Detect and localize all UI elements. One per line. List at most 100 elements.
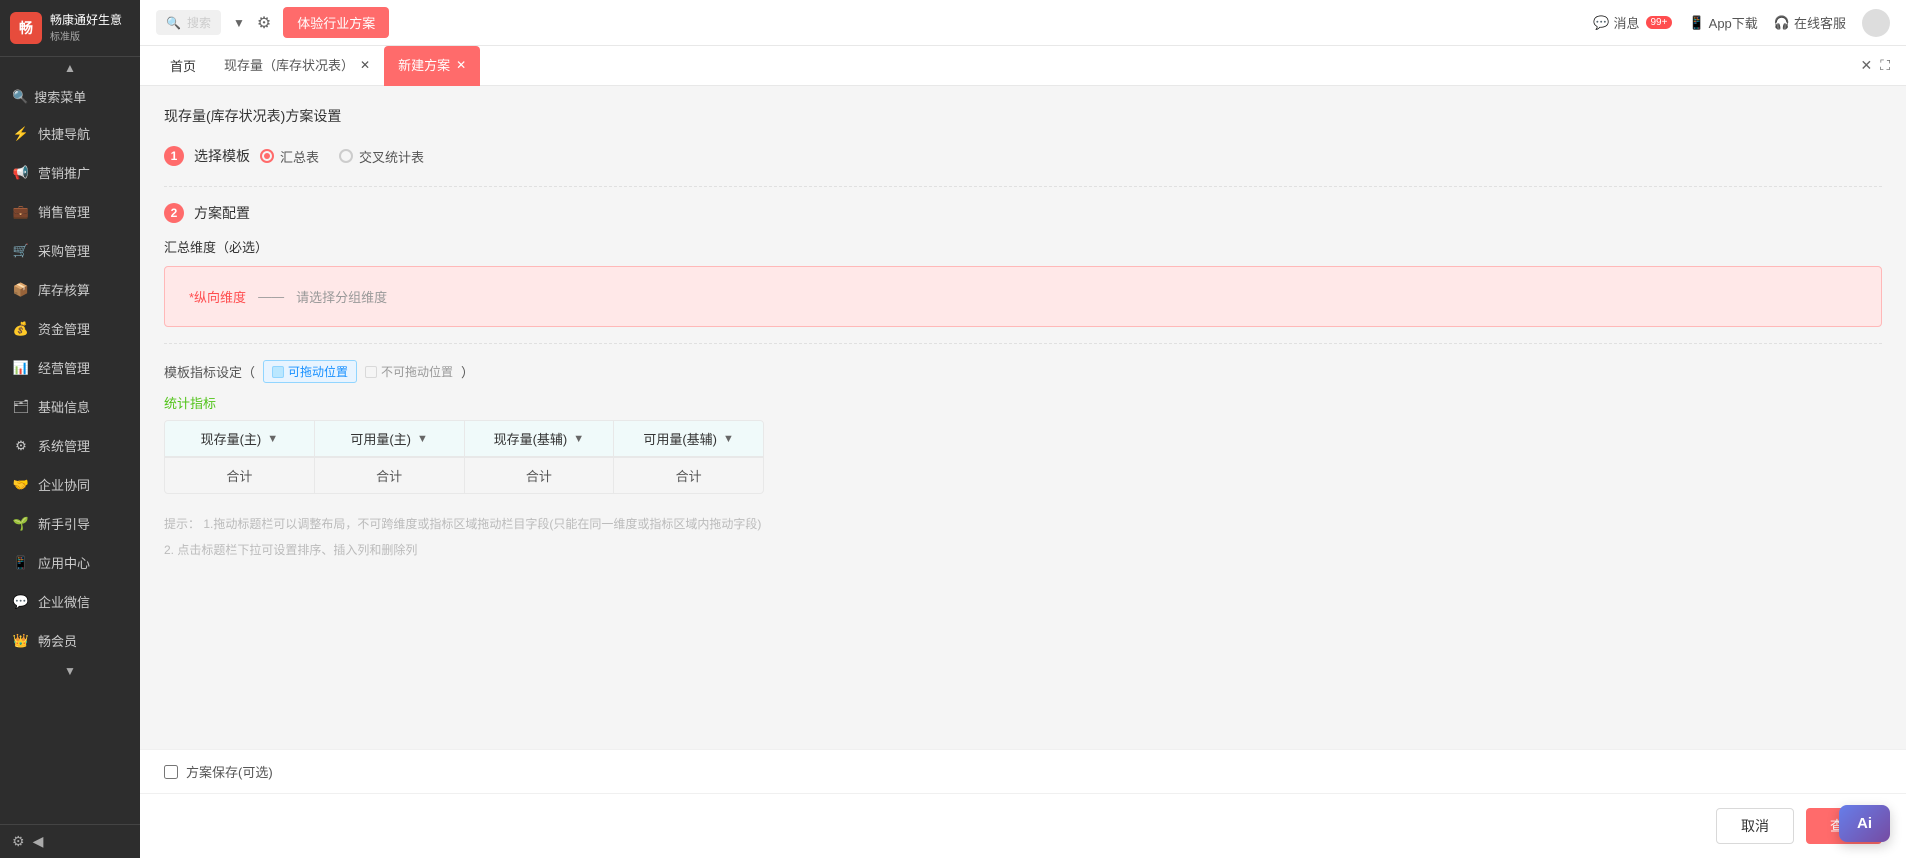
save-checkbox[interactable] <box>164 765 178 779</box>
close-panel-btn[interactable]: ✕ <box>1860 57 1872 74</box>
online-service-label: 在线客服 <box>1794 13 1846 32</box>
settings-btn[interactable]: ⚙ <box>12 833 25 850</box>
main-area: 🔍 搜索 ▼ ⚙ 体验行业方案 💬 消息 99+ 📱 App下载 🎧 在线客服 <box>140 0 1906 858</box>
indicator-draggable-badge: 可拖动位置 <box>263 360 357 383</box>
logo-icon: 畅 <box>10 12 42 44</box>
fixed-label: 不可拖动位置 <box>381 363 453 380</box>
sidebar-item-label: 快捷导航 <box>38 124 90 143</box>
divider-2 <box>164 343 1882 344</box>
section-2-header: 2 方案配置 <box>164 203 1882 223</box>
stat-col-0[interactable]: 现存量(主) ▼ <box>165 421 315 456</box>
marketing-icon: 📢 <box>12 164 30 182</box>
sidebar-scroll-up[interactable]: ▲ <box>0 57 140 79</box>
indicator-close: ） <box>461 362 474 381</box>
sidebar-item-basic-info[interactable]: 🗂 基础信息 <box>0 387 140 426</box>
section-2-num: 2 <box>164 203 184 223</box>
ai-button[interactable]: Ai <box>1839 805 1890 842</box>
cancel-button[interactable]: 取消 <box>1716 808 1794 844</box>
topbar-left: 🔍 搜索 ▼ ⚙ 体验行业方案 <box>156 7 389 38</box>
sidebar-item-new-guide[interactable]: 🌱 新手引导 <box>0 504 140 543</box>
purchase-icon: 🛒 <box>12 242 30 260</box>
sidebar-item-label: 销售管理 <box>38 202 90 221</box>
topbar-search[interactable]: 🔍 搜索 <box>156 10 221 35</box>
vertical-dim-dash: —— <box>258 289 284 304</box>
stat-col-3-dropdown[interactable]: ▼ <box>723 433 734 445</box>
dimension-box[interactable]: *纵向维度 —— 请选择分组维度 <box>164 266 1882 327</box>
tab-inventory-label: 现存量（库存状况表） <box>224 55 354 74</box>
page-title: 现存量(库存状况表)方案设置 <box>164 106 1882 126</box>
vertical-dim-label: *纵向维度 <box>189 287 246 306</box>
radio-summary-label: 汇总表 <box>280 147 319 166</box>
sidebar-item-enterprise[interactable]: 🤝 企业协同 <box>0 465 140 504</box>
radio-summary[interactable]: 汇总表 <box>260 147 319 166</box>
message-item[interactable]: 💬 消息 99+ <box>1593 13 1672 32</box>
section-2: 2 方案配置 汇总维度（必选） *纵向维度 —— 请选择分组维度 模板指标设定（ <box>164 203 1882 561</box>
stat-cell-0-1: 合计 <box>315 458 465 493</box>
draggable-color-box <box>272 366 284 378</box>
app-download-icon: 📱 <box>1688 15 1704 31</box>
sidebar-item-finance[interactable]: 💰 资金管理 <box>0 309 140 348</box>
indicator-fixed-badge: 不可拖动位置 <box>365 363 453 380</box>
sidebar-scroll-down[interactable]: ▼ <box>0 660 140 682</box>
collapse-btn[interactable]: ◀ <box>33 833 44 850</box>
sidebar-item-sales[interactable]: 💼 销售管理 <box>0 192 140 231</box>
stat-col-0-dropdown[interactable]: ▼ <box>267 433 278 445</box>
sidebar-item-member[interactable]: 👑 畅会员 <box>0 621 140 660</box>
sidebar-item-wechat[interactable]: 💬 企业微信 <box>0 582 140 621</box>
sidebar-item-marketing[interactable]: 📢 营销推广 <box>0 153 140 192</box>
stat-cell-0-0: 合计 <box>165 458 315 493</box>
sidebar: 畅 畅康通好生意 标准版 ▲ 🔍 搜索菜单 ⚡ 快捷导航 📢 营销推广 💼 销售… <box>0 0 140 858</box>
sidebar-item-label: 基础信息 <box>38 397 90 416</box>
stat-col-2[interactable]: 现存量(基辅) ▼ <box>465 421 615 456</box>
topbar-dropdown-btn[interactable]: ▼ <box>233 16 245 30</box>
new-guide-icon: 🌱 <box>12 515 30 533</box>
stat-col-2-dropdown[interactable]: ▼ <box>573 433 584 445</box>
headset-icon: 🎧 <box>1774 15 1790 31</box>
content-panel: 现存量(库存状况表)方案设置 1 选择模板 汇总表 <box>140 86 1906 858</box>
template-radio-group: 汇总表 交叉统计表 <box>260 147 424 166</box>
stat-col-1-dropdown[interactable]: ▼ <box>417 433 428 445</box>
sidebar-item-label: 采购管理 <box>38 241 90 260</box>
operations-icon: 📊 <box>12 359 30 377</box>
vertical-dim-placeholder: 请选择分组维度 <box>296 287 387 306</box>
section-1: 1 选择模板 汇总表 交叉统计表 <box>164 146 1882 166</box>
sidebar-item-quick-nav[interactable]: ⚡ 快捷导航 <box>0 114 140 153</box>
topbar-search-text: 搜索 <box>187 14 211 31</box>
industry-btn[interactable]: 体验行业方案 <box>283 7 389 38</box>
app-download-label: App下载 <box>1709 13 1758 32</box>
sidebar-item-label: 企业协同 <box>38 475 90 494</box>
sidebar-item-app-center[interactable]: 📱 应用中心 <box>0 543 140 582</box>
indicator-label: 模板指标设定（ 可拖动位置 不可拖动位置 ） <box>164 360 1882 383</box>
sidebar-search-item[interactable]: 🔍 搜索菜单 <box>0 79 140 114</box>
avatar[interactable] <box>1862 9 1890 37</box>
radio-cross[interactable]: 交叉统计表 <box>339 147 424 166</box>
tab-home[interactable]: 首页 <box>156 46 210 86</box>
tab-inventory-status[interactable]: 现存量（库存状况表） ✕ <box>210 46 384 86</box>
sidebar-item-label: 新手引导 <box>38 514 90 533</box>
tab-new-scheme[interactable]: 新建方案 ✕ <box>384 46 480 86</box>
tab-new-scheme-close[interactable]: ✕ <box>456 59 466 71</box>
online-service-item[interactable]: 🎧 在线客服 <box>1774 13 1846 32</box>
logo-text: 畅康通好生意 标准版 <box>50 13 122 44</box>
member-icon: 👑 <box>12 632 30 650</box>
sidebar-item-system[interactable]: ⚙ 系统管理 <box>0 426 140 465</box>
divider-1 <box>164 186 1882 187</box>
content-main: 现存量(库存状况表)方案设置 1 选择模板 汇总表 <box>140 86 1906 601</box>
stat-table-header: 现存量(主) ▼ 可用量(主) ▼ 现存量(基辅) ▼ <box>165 421 763 457</box>
stat-col-1[interactable]: 可用量(主) ▼ <box>315 421 465 456</box>
tab-inventory-close[interactable]: ✕ <box>360 59 370 71</box>
finance-icon: 💰 <box>12 320 30 338</box>
tab-home-label: 首页 <box>170 56 196 75</box>
expand-panel-btn[interactable]: ⛶ <box>1880 57 1890 74</box>
stat-col-3[interactable]: 可用量(基辅) ▼ <box>614 421 763 456</box>
stat-table: 现存量(主) ▼ 可用量(主) ▼ 现存量(基辅) ▼ <box>164 420 764 494</box>
sidebar-item-purchase[interactable]: 🛒 采购管理 <box>0 231 140 270</box>
stat-col-1-label: 可用量(主) <box>350 429 411 448</box>
message-badge: 99+ <box>1646 16 1673 29</box>
sidebar-item-operations[interactable]: 📊 经营管理 <box>0 348 140 387</box>
tab-new-scheme-label: 新建方案 <box>398 55 450 74</box>
sidebar-item-inventory[interactable]: 📦 库存核算 <box>0 270 140 309</box>
indicator-label-prefix: 模板指标设定（ <box>164 362 255 381</box>
topbar-gear-btn[interactable]: ⚙ <box>257 13 271 33</box>
app-download-item[interactable]: 📱 App下载 <box>1688 13 1757 32</box>
